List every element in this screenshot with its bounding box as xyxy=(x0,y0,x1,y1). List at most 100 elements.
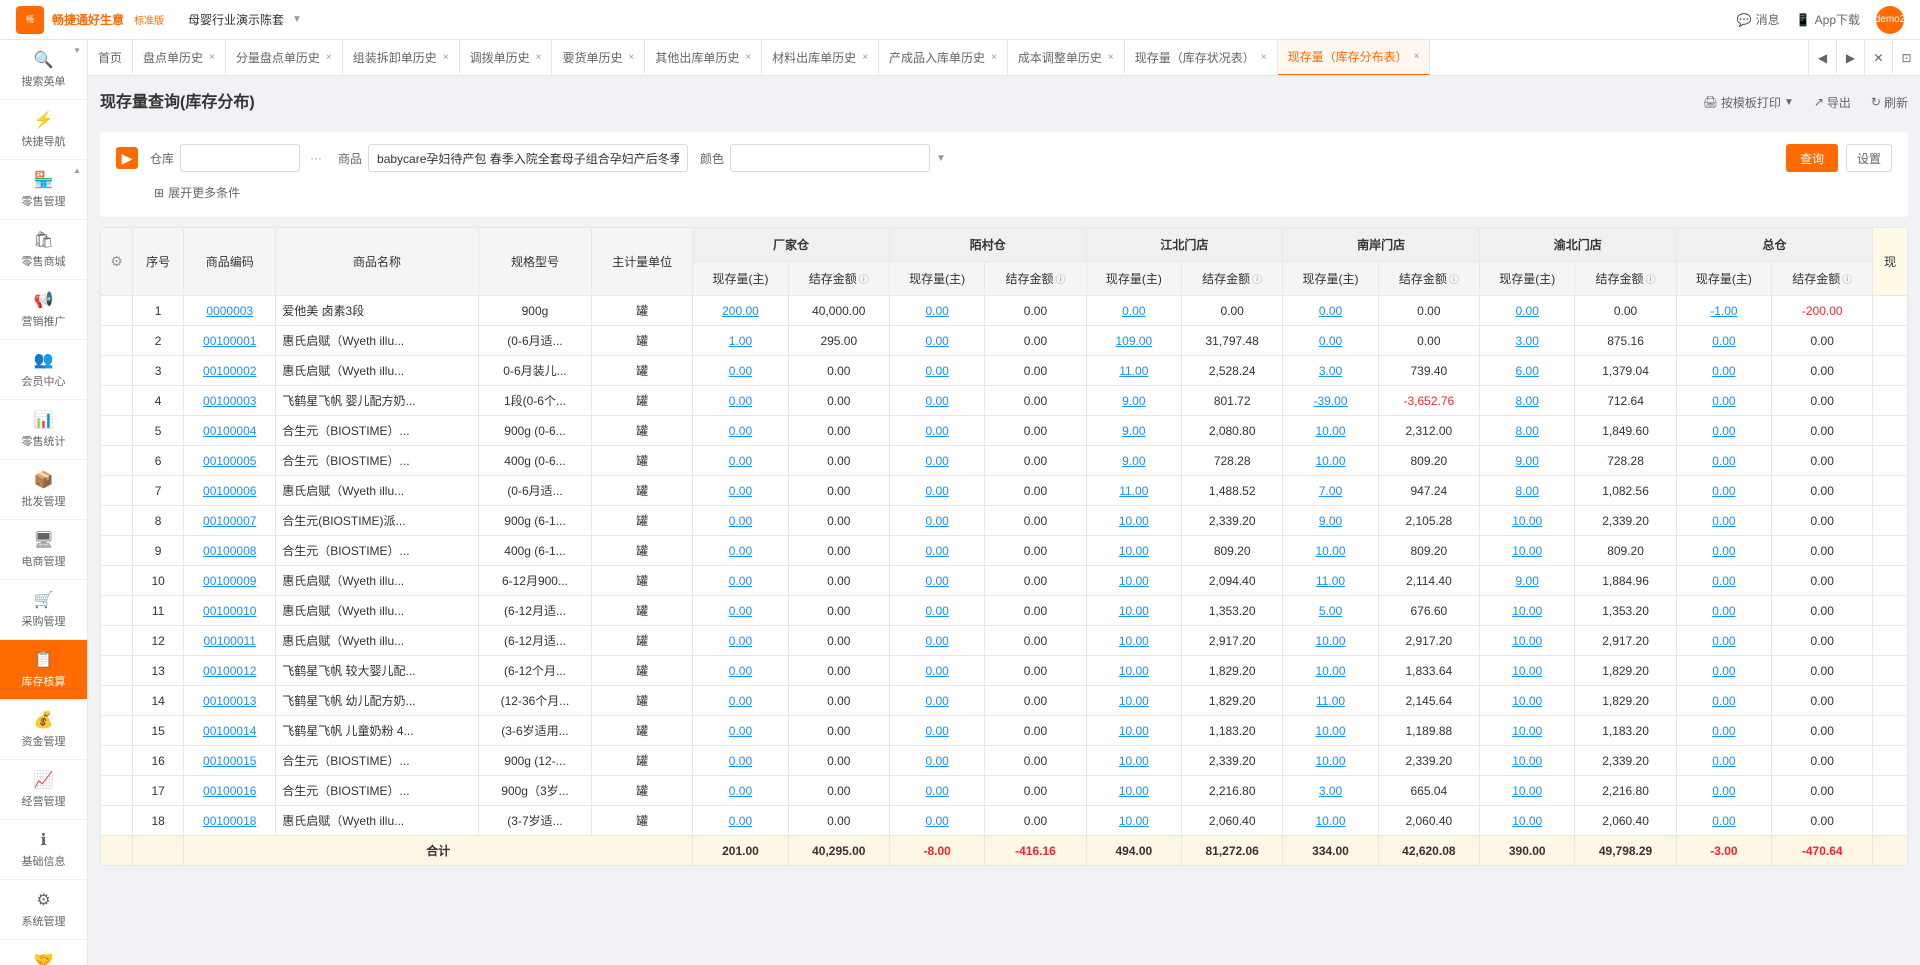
table-cell-link[interactable]: 0.00 xyxy=(1676,476,1772,506)
nav-close-all[interactable]: ✕ xyxy=(1864,40,1892,76)
table-cell-link[interactable]: 0.00 xyxy=(693,386,789,416)
table-cell-link[interactable]: 0.00 xyxy=(1676,326,1772,356)
table-cell-link[interactable]: 11.00 xyxy=(1283,566,1379,596)
table-cell-link[interactable]: 00100008 xyxy=(184,536,276,566)
table-cell-link[interactable]: 10.00 xyxy=(1479,686,1575,716)
table-cell-link[interactable]: 00100018 xyxy=(184,806,276,836)
table-cell-link[interactable]: 0.00 xyxy=(693,776,789,806)
info4-icon[interactable]: ⓘ xyxy=(1449,275,1459,286)
color-dropdown-arrow[interactable]: ▼ xyxy=(936,153,946,164)
tab-inventory-check[interactable]: 盘点单历史 × xyxy=(133,40,226,76)
table-cell-link[interactable]: 00100007 xyxy=(184,506,276,536)
sidebar-item-retail-shop[interactable]: 🛍 零售商城 xyxy=(0,220,87,280)
refresh-btn[interactable]: ↻ 刷新 xyxy=(1871,94,1908,111)
table-cell-link[interactable]: 9.00 xyxy=(1283,506,1379,536)
sidebar-item-collab[interactable]: 🤝 企业协同 xyxy=(0,940,87,965)
table-cell-link[interactable]: 0.00 xyxy=(889,536,985,566)
close-icon[interactable]: × xyxy=(209,52,215,63)
table-cell-link[interactable]: 11.00 xyxy=(1283,686,1379,716)
close-icon[interactable]: × xyxy=(745,52,751,63)
expand-collapse-btn[interactable]: ▶ xyxy=(116,147,138,169)
table-cell-link[interactable]: 0000003 xyxy=(184,296,276,326)
sidebar-item-inventory[interactable]: 📋 库存核算 xyxy=(0,640,87,700)
table-cell-link[interactable]: 0.00 xyxy=(889,356,985,386)
table-cell-link[interactable]: 0.00 xyxy=(1676,776,1772,806)
table-cell-link[interactable]: 10.00 xyxy=(1086,716,1182,746)
tab-assembly[interactable]: 组装拆卸单历史 × xyxy=(343,40,460,76)
table-cell-link[interactable]: 0.00 xyxy=(693,476,789,506)
table-cell-link[interactable]: 0.00 xyxy=(889,566,985,596)
settings-button[interactable]: 设置 xyxy=(1846,144,1892,172)
table-cell-link[interactable]: 0.00 xyxy=(1676,656,1772,686)
nav-prev[interactable]: ◀ xyxy=(1808,40,1836,76)
tab-stock-status[interactable]: 现存量（库存状况表） × xyxy=(1125,40,1278,76)
table-cell-link[interactable]: 0.00 xyxy=(1676,506,1772,536)
table-cell-link[interactable]: 0.00 xyxy=(693,746,789,776)
table-cell-link[interactable]: 0.00 xyxy=(1086,296,1182,326)
table-cell-link[interactable]: -1.00 xyxy=(1676,296,1772,326)
close-icon[interactable]: × xyxy=(862,52,868,63)
table-cell-link[interactable]: 00100001 xyxy=(184,326,276,356)
table-cell-link[interactable]: 0.00 xyxy=(889,806,985,836)
table-cell-link[interactable]: 0.00 xyxy=(693,536,789,566)
table-cell-link[interactable]: 0.00 xyxy=(1676,416,1772,446)
tab-product-in[interactable]: 产成品入库单历史 × xyxy=(879,40,1008,76)
sidebar-item-marketing[interactable]: 📢 营销推广 xyxy=(0,280,87,340)
table-cell-link[interactable]: 0.00 xyxy=(1676,356,1772,386)
table-cell-link[interactable]: 9.00 xyxy=(1086,416,1182,446)
table-cell-link[interactable]: 109.00 xyxy=(1086,326,1182,356)
table-cell-link[interactable]: 10.00 xyxy=(1086,536,1182,566)
table-cell-link[interactable]: 0.00 xyxy=(889,656,985,686)
table-cell-link[interactable]: 10.00 xyxy=(1479,806,1575,836)
table-cell-link[interactable]: 0.00 xyxy=(693,626,789,656)
avatar[interactable]: demo2 xyxy=(1876,6,1904,34)
goods-input[interactable] xyxy=(368,144,688,172)
table-cell-link[interactable]: 10.00 xyxy=(1479,536,1575,566)
export-btn[interactable]: ↗ 导出 xyxy=(1814,94,1851,111)
table-cell-link[interactable]: 0.00 xyxy=(889,626,985,656)
table-cell-link[interactable]: 0.00 xyxy=(1676,446,1772,476)
table-cell-link[interactable]: 0.00 xyxy=(889,716,985,746)
table-cell-link[interactable]: 0.00 xyxy=(1283,296,1379,326)
table-cell-link[interactable]: 3.00 xyxy=(1283,356,1379,386)
table-cell-link[interactable]: 200.00 xyxy=(693,296,789,326)
table-cell-link[interactable]: 0.00 xyxy=(889,386,985,416)
table-cell-link[interactable]: 0.00 xyxy=(889,326,985,356)
print-btn[interactable]: 🖨 按模板打印 ▼ xyxy=(1703,94,1794,111)
sidebar-item-finance[interactable]: 💰 资金管理 xyxy=(0,700,87,760)
table-cell-link[interactable]: 00100010 xyxy=(184,596,276,626)
table-cell-link[interactable]: 1.00 xyxy=(693,326,789,356)
table-cell-link[interactable]: 00100005 xyxy=(184,446,276,476)
table-cell-link[interactable]: 0.00 xyxy=(693,506,789,536)
close-icon[interactable]: × xyxy=(1414,51,1420,62)
table-cell-link[interactable]: 0.00 xyxy=(889,296,985,326)
selector-arrow[interactable]: ▼ xyxy=(292,14,302,25)
table-cell-link[interactable]: 10.00 xyxy=(1086,626,1182,656)
info3-icon[interactable]: ⓘ xyxy=(1252,275,1262,286)
table-cell-link[interactable]: 10.00 xyxy=(1086,776,1182,806)
table-cell-link[interactable]: 0.00 xyxy=(693,686,789,716)
table-cell-link[interactable]: 0.00 xyxy=(1676,596,1772,626)
table-cell-link[interactable]: 10.00 xyxy=(1086,566,1182,596)
table-cell-link[interactable]: 9.00 xyxy=(1479,566,1575,596)
table-cell-link[interactable]: 10.00 xyxy=(1479,596,1575,626)
table-cell-link[interactable]: 0.00 xyxy=(693,716,789,746)
table-cell-link[interactable]: 0.00 xyxy=(1676,746,1772,776)
color-input[interactable] xyxy=(730,144,930,172)
table-cell-link[interactable]: 10.00 xyxy=(1086,806,1182,836)
tab-transfer[interactable]: 调拨单历史 × xyxy=(460,40,553,76)
table-cell-link[interactable]: 8.00 xyxy=(1479,416,1575,446)
table-cell-link[interactable]: 00100003 xyxy=(184,386,276,416)
table-cell-link[interactable]: 10.00 xyxy=(1479,776,1575,806)
table-cell-link[interactable]: 0.00 xyxy=(889,416,985,446)
table-cell-link[interactable]: 10.00 xyxy=(1283,716,1379,746)
sidebar-item-purchase[interactable]: 🛒 采购管理 xyxy=(0,580,87,640)
table-cell-link[interactable]: 10.00 xyxy=(1086,656,1182,686)
nav-expand[interactable]: ⊡ xyxy=(1892,40,1920,76)
sidebar-item-retail-stat[interactable]: 📊 零售统计 xyxy=(0,400,87,460)
table-cell-link[interactable]: 10.00 xyxy=(1283,446,1379,476)
table-cell-link[interactable]: 10.00 xyxy=(1086,686,1182,716)
table-cell-link[interactable]: 0.00 xyxy=(693,356,789,386)
table-cell-link[interactable]: 5.00 xyxy=(1283,596,1379,626)
table-cell-link[interactable]: 9.00 xyxy=(1086,386,1182,416)
